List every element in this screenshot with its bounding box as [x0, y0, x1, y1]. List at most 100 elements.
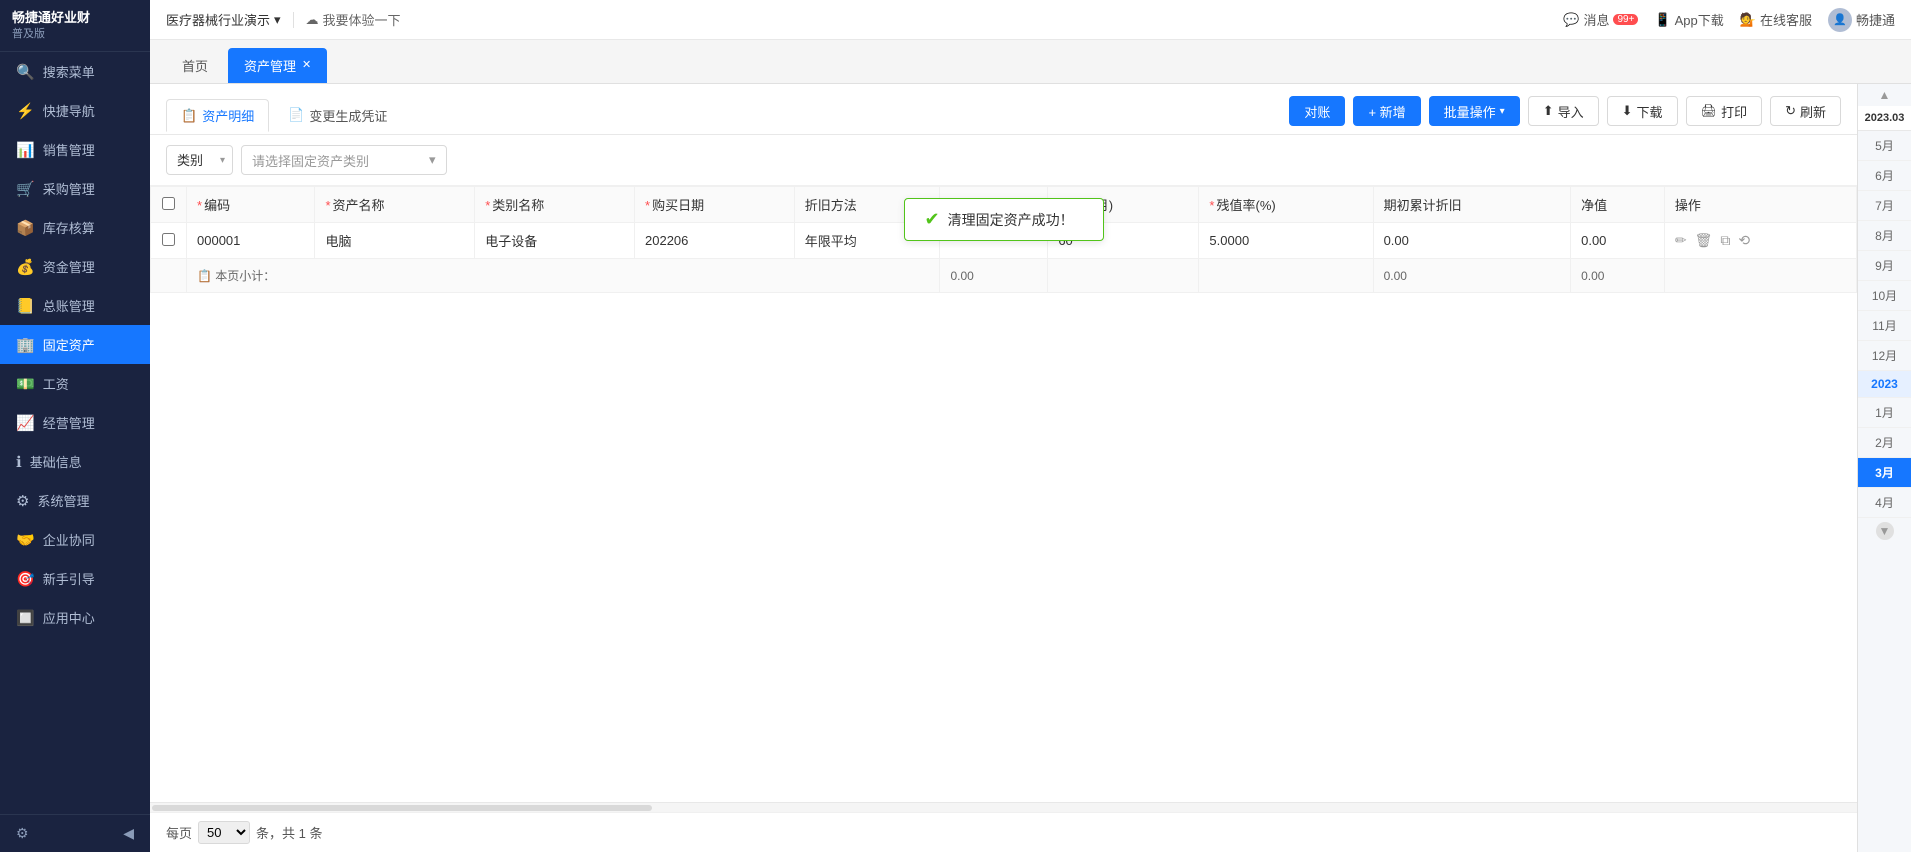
select-all-header[interactable] — [151, 187, 187, 223]
message-badge: 99+ — [1613, 14, 1638, 25]
batch-button[interactable]: 批量操作 ▾ — [1429, 96, 1520, 126]
topbar-divider — [293, 12, 294, 28]
sidebar-item-总账管理[interactable]: 📒总账管理 — [0, 286, 150, 325]
cell-net-value: 0.00 — [1571, 223, 1665, 259]
app-download-button[interactable]: 📱 App下载 — [1654, 10, 1723, 29]
sidebar-item-快捷导航[interactable]: ⚡快捷导航 — [0, 91, 150, 130]
print-button[interactable]: 🖨 打印 — [1686, 96, 1763, 126]
topbar: 医疗器械行业演示 ▾ ☁ 我要体验一下 💬 消息 99+ 📱 App下载 💁 在… — [150, 0, 1911, 40]
copy-icon[interactable]: ⧉ — [1720, 232, 1730, 249]
toast-message: 清理固定资产成功！ — [948, 210, 1074, 230]
col-category: *类别名称 — [475, 187, 635, 223]
cal-month-9[interactable]: 9月 — [1858, 251, 1911, 281]
sidebar-item-工资[interactable]: 💵工资 — [0, 364, 150, 403]
cell-purchase-date: 202206 — [635, 223, 795, 259]
sidebar-label-2: 销售管理 — [43, 140, 95, 159]
sidebar-label-10: 基础信息 — [30, 452, 82, 471]
toast-check-icon: ✔ — [925, 209, 940, 230]
settings-icon[interactable]: ⚙ — [16, 825, 29, 842]
message-button[interactable]: 💬 消息 99+ — [1563, 10, 1638, 29]
sidebar-item-库存核算[interactable]: 📦库存核算 — [0, 208, 150, 247]
cal-month-10[interactable]: 10月 — [1858, 281, 1911, 311]
sidebar-footer: ⚙ ◀ — [0, 814, 150, 852]
sidebar-item-新手引导[interactable]: 🎯新手引导 — [0, 559, 150, 598]
service-icon: 💁 — [1740, 12, 1756, 28]
cal-month-2[interactable]: 2月 — [1858, 428, 1911, 458]
cal-month-7[interactable]: 7月 — [1858, 191, 1911, 221]
sidebar-item-基础信息[interactable]: ℹ基础信息 — [0, 442, 150, 481]
asset-table-container: *编码 *资产名称 *类别名称 *购买日期 折旧方法 *原值 *期限(月) *残… — [150, 186, 1857, 802]
col-actions: 操作 — [1664, 187, 1856, 223]
calendar-header: 2023.03 — [1858, 106, 1911, 131]
cal-month-11[interactable]: 11月 — [1858, 311, 1911, 341]
col-code: *编码 — [187, 187, 315, 223]
cal-up-arrow[interactable]: ▲ — [1858, 84, 1911, 106]
customer-service-button[interactable]: 💁 在线客服 — [1740, 10, 1812, 29]
experience-button[interactable]: ☁ 我要体验一下 — [306, 10, 401, 29]
print-icon: 🖨 — [1701, 103, 1718, 119]
sidebar-icon-2: 📊 — [16, 141, 35, 159]
sidebar: 畅捷通好业财 普及版 🔍搜索菜单⚡快捷导航📊销售管理🛒采购管理📦库存核算💰资金管… — [0, 0, 150, 852]
cell-name: 电脑 — [315, 223, 475, 259]
dl-icon: ⬇ — [1622, 103, 1633, 119]
horizontal-scrollbar[interactable] — [150, 802, 1857, 812]
sidebar-icon-1: ⚡ — [16, 102, 35, 120]
message-icon: 💬 — [1563, 12, 1579, 28]
download-icon: 📱 — [1654, 12, 1670, 28]
edit-icon[interactable]: ✏ — [1675, 232, 1687, 249]
cal-month-12[interactable]: 12月 — [1858, 341, 1911, 371]
sidebar-label-9: 经营管理 — [43, 413, 95, 432]
row-checkbox-0[interactable] — [162, 233, 175, 246]
sidebar-label-7: 固定资产 — [43, 335, 95, 354]
sidebar-label-12: 企业协同 — [43, 530, 95, 549]
sidebar-label-3: 采购管理 — [43, 179, 95, 198]
sidebar-item-固定资产[interactable]: 🏢固定资产 — [0, 325, 150, 364]
subtotal-net: 0.00 — [1571, 259, 1665, 293]
subtab-asset-detail[interactable]: 📋 资产明细 — [166, 99, 269, 132]
select-all-checkbox[interactable] — [162, 197, 175, 210]
sidebar-label-0: 搜索菜单 — [43, 62, 95, 81]
tab-home[interactable]: 首页 — [166, 48, 224, 83]
sidebar-item-系统管理[interactable]: ⚙系统管理 — [0, 481, 150, 520]
sidebar-item-销售管理[interactable]: 📊 销售管理 — [0, 130, 150, 169]
cal-month-5[interactable]: 5月 — [1858, 131, 1911, 161]
sidebar-label-11: 系统管理 — [37, 491, 89, 510]
export-button[interactable]: ⬆ 导入 — [1528, 96, 1599, 126]
cal-month-8[interactable]: 8月 — [1858, 221, 1911, 251]
company-selector[interactable]: 医疗器械行业演示 ▾ — [166, 10, 281, 29]
collapse-icon[interactable]: ◀ — [123, 825, 134, 842]
sidebar-item-采购管理[interactable]: 🛒采购管理 — [0, 169, 150, 208]
category-select[interactable]: 类别 — [166, 145, 233, 175]
tab-close-icon[interactable]: ✕ — [302, 60, 311, 71]
reconcile-button[interactable]: 对账 — [1289, 96, 1345, 126]
sidebar-nav: 🔍搜索菜单⚡快捷导航 📊 销售管理 🛒采购管理📦库存核算💰资金管理📒总账管理🏢固定资产… — [0, 52, 150, 814]
refresh-button[interactable]: ↻ 刷新 — [1770, 96, 1841, 126]
sidebar-item-应用中心[interactable]: 🔲应用中心 — [0, 598, 150, 637]
per-page-select[interactable]: 50 10 20 100 — [198, 821, 250, 844]
sidebar-item-搜索菜单[interactable]: 🔍搜索菜单 — [0, 52, 150, 91]
sidebar-icon-4: 📦 — [16, 219, 35, 237]
cal-month-6[interactable]: 6月 — [1858, 161, 1911, 191]
topbar-left: 医疗器械行业演示 ▾ ☁ 我要体验一下 — [166, 10, 401, 29]
sidebar-item-企业协同[interactable]: 🤝 企业协同 — [0, 520, 150, 559]
more-icon[interactable]: ⟲ — [1738, 232, 1750, 249]
download-button[interactable]: ⬇ 下载 — [1607, 96, 1678, 126]
sidebar-item-资金管理[interactable]: 💰资金管理 — [0, 247, 150, 286]
user-area[interactable]: 👤 畅捷通 — [1828, 8, 1895, 32]
cal-circle-icon: ▼ — [1876, 522, 1894, 540]
cal-month-3-current[interactable]: 3月 — [1858, 458, 1911, 488]
export-icon: ⬆ — [1543, 103, 1554, 119]
new-button[interactable]: + 新增 — [1353, 96, 1420, 126]
sidebar-item-经营管理[interactable]: 📈经营管理 — [0, 403, 150, 442]
sidebar-icon-12: 🤝 — [16, 531, 35, 549]
cal-down-arrow[interactable]: ▼ — [1858, 518, 1911, 544]
asset-category-dropdown[interactable]: 请选择固定资产类别 ▾ — [241, 145, 447, 175]
cal-month-4[interactable]: 4月 — [1858, 488, 1911, 518]
delete-icon[interactable]: 🗑 — [1695, 232, 1713, 249]
cal-month-1[interactable]: 1月 — [1858, 398, 1911, 428]
tab-asset-management[interactable]: 资产管理 ✕ — [228, 48, 327, 83]
sidebar-icon-5: 💰 — [16, 258, 35, 276]
subtab-voucher[interactable]: 📄 变更生成凭证 — [273, 99, 402, 132]
cal-year-2023[interactable]: 2023 — [1858, 371, 1911, 398]
topbar-right: 💬 消息 99+ 📱 App下载 💁 在线客服 👤 畅捷通 — [1563, 8, 1895, 32]
